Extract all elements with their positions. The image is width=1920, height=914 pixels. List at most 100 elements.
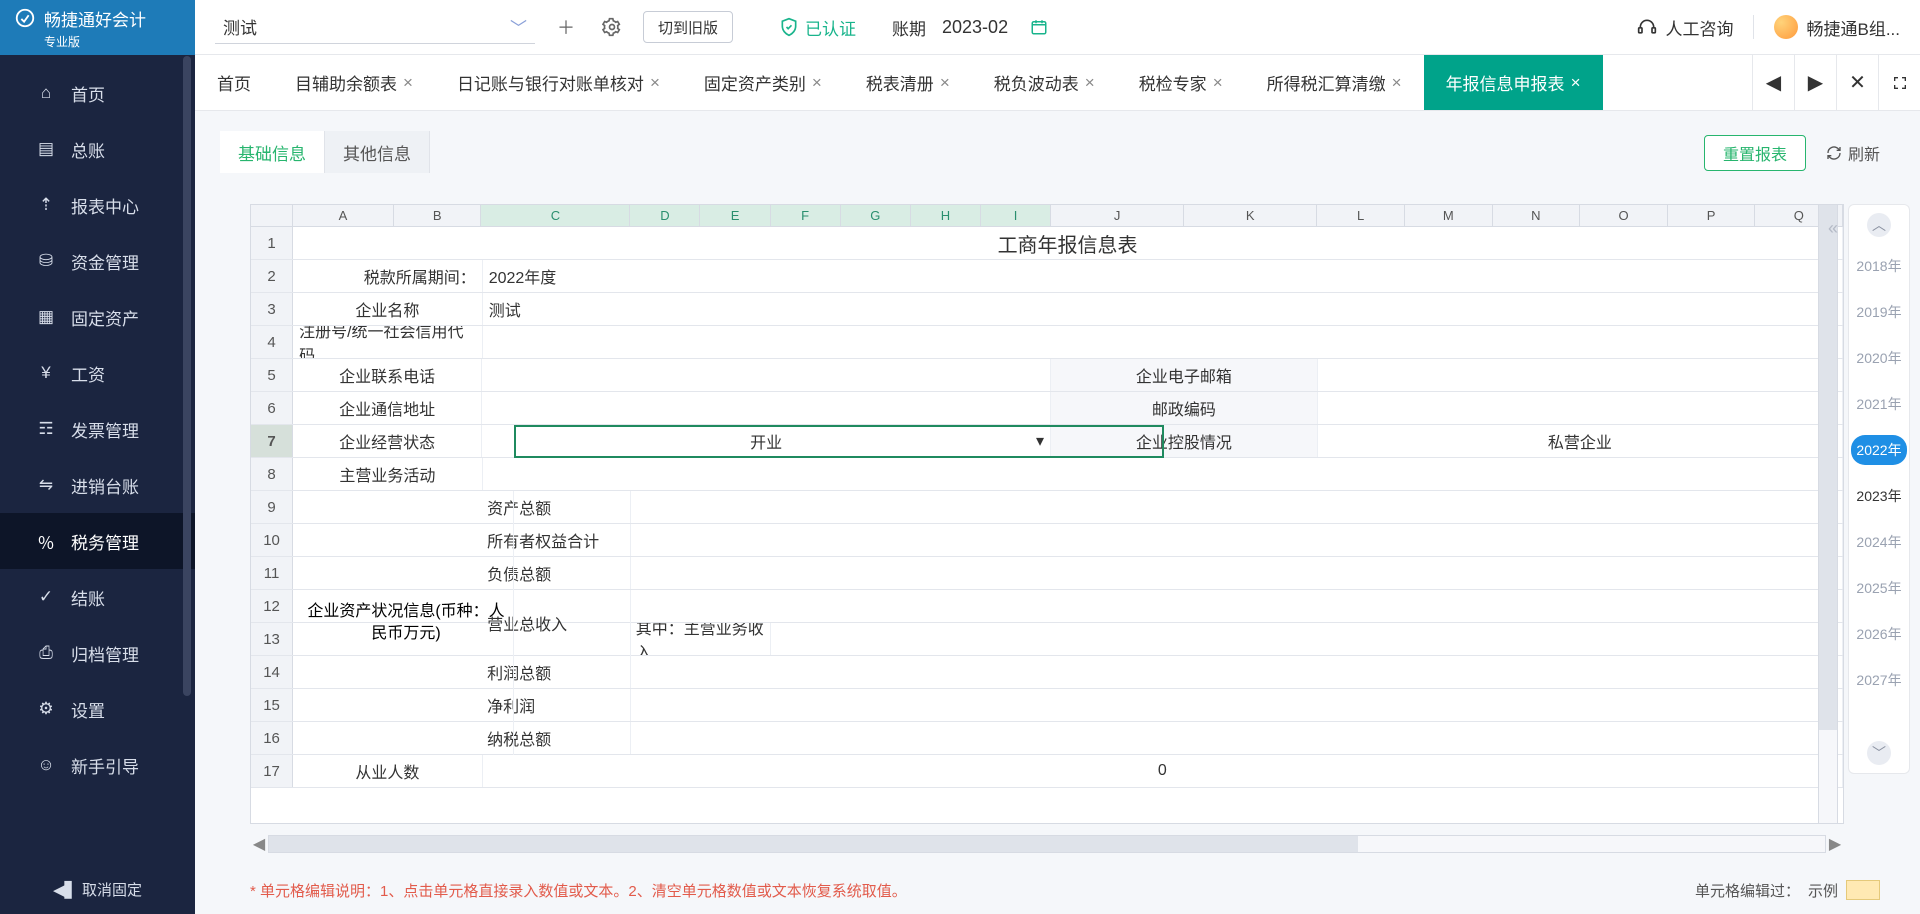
row-header-17[interactable]: 17 — [251, 755, 293, 787]
year-2021年[interactable]: 2021年 — [1851, 389, 1907, 419]
tabs-fullscreen[interactable] — [1878, 55, 1920, 110]
year-2026年[interactable]: 2026年 — [1851, 619, 1907, 649]
col-header-C[interactable]: C — [481, 205, 630, 226]
sidebar-unpin[interactable]: ◀▋ 取消固定 — [0, 879, 195, 900]
row-header-10[interactable]: 10 — [251, 524, 293, 556]
cell[interactable]: 注册号/统一社会信用代码 — [293, 326, 483, 358]
cell[interactable]: 主营业务活动 — [293, 458, 483, 490]
cell[interactable]: 税款所属期间： — [293, 260, 483, 292]
sidebar-item-7[interactable]: ⇋进销台账 — [0, 457, 195, 513]
row-header-3[interactable]: 3 — [251, 293, 293, 325]
cell[interactable] — [1318, 392, 1843, 424]
cell[interactable] — [771, 623, 1843, 655]
period-value[interactable]: 2023-02 — [942, 17, 1008, 38]
add-button[interactable]: ＋ — [551, 12, 581, 42]
row-header-15[interactable]: 15 — [251, 689, 293, 721]
cell[interactable] — [1318, 359, 1843, 391]
col-header-F[interactable]: F — [771, 205, 841, 226]
sidebar-item-3[interactable]: ⛁资金管理 — [0, 233, 195, 289]
tab-0[interactable]: 首页 — [195, 55, 273, 110]
cell[interactable]: 工商年报信息表 — [293, 227, 1843, 259]
sidebar-item-12[interactable]: ☺新手引导 — [0, 737, 195, 793]
row-header-7[interactable]: 7 — [251, 425, 293, 457]
dropdown-icon[interactable]: ▾ — [1036, 431, 1044, 451]
cell[interactable] — [631, 722, 1843, 754]
col-header-P[interactable]: P — [1668, 205, 1756, 226]
sidebar-item-2[interactable]: ⇡报表中心 — [0, 177, 195, 233]
tab-close-icon[interactable]: × — [1392, 73, 1402, 93]
sidebar-item-1[interactable]: ▤总账 — [0, 121, 195, 177]
col-header-O[interactable]: O — [1580, 205, 1668, 226]
col-header-H[interactable]: H — [911, 205, 981, 226]
row-header-8[interactable]: 8 — [251, 458, 293, 490]
cell[interactable]: 企业电子邮箱 — [1051, 359, 1318, 391]
cell[interactable]: 2022年度 — [483, 260, 1843, 292]
customer-service[interactable]: 人工咨询 — [1637, 15, 1733, 40]
year-2019年[interactable]: 2019年 — [1851, 297, 1907, 327]
row-header-5[interactable]: 5 — [251, 359, 293, 391]
col-header-I[interactable]: I — [981, 205, 1051, 226]
tab-close-icon[interactable]: × — [940, 73, 950, 93]
tabs-close-current[interactable]: ✕ — [1836, 55, 1878, 110]
cell[interactable]: 邮政编码 — [1051, 392, 1318, 424]
col-header-D[interactable]: D — [630, 205, 700, 226]
tab-2[interactable]: 日记账与银行对账单核对× — [435, 55, 682, 110]
col-header-A[interactable]: A — [293, 205, 394, 226]
row-header-2[interactable]: 2 — [251, 260, 293, 292]
year-2020年[interactable]: 2020年 — [1851, 343, 1907, 373]
col-header-N[interactable]: N — [1493, 205, 1581, 226]
cell[interactable]: 企业联系电话 — [293, 359, 482, 391]
sidebar-item-11[interactable]: ⚙设置 — [0, 681, 195, 737]
cell[interactable] — [631, 491, 1843, 523]
year-2018年[interactable]: 2018年 — [1851, 251, 1907, 281]
col-header-L[interactable]: L — [1317, 205, 1405, 226]
sidebar-item-9[interactable]: ✓结账 — [0, 569, 195, 625]
cell[interactable]: 0 — [483, 755, 1843, 787]
cell[interactable]: 企业经营状态 — [293, 425, 482, 457]
year-rail-down[interactable]: ﹀ — [1867, 741, 1891, 765]
org-selector[interactable]: 测试 ﹀ — [215, 10, 535, 44]
row-header-9[interactable]: 9 — [251, 491, 293, 523]
cell[interactable]: 企业名称 — [293, 293, 483, 325]
cell[interactable] — [631, 656, 1843, 688]
cell[interactable]: 其中：主营业务收入 — [630, 623, 772, 655]
sidebar-item-8[interactable]: ％税务管理 — [0, 513, 195, 569]
subtab-1[interactable]: 其他信息 — [325, 131, 430, 173]
cell[interactable] — [631, 689, 1843, 721]
row-header-14[interactable]: 14 — [251, 656, 293, 688]
refresh-button[interactable]: 刷新 — [1826, 141, 1880, 165]
switch-old-version-button[interactable]: 切到旧版 — [643, 11, 733, 43]
sidebar-item-0[interactable]: ⌂首页 — [0, 65, 195, 121]
tab-1[interactable]: 目辅助余额表× — [273, 55, 435, 110]
sheet-hscrollbar[interactable]: ◀ ▶ — [250, 834, 1844, 854]
col-header-M[interactable]: M — [1405, 205, 1493, 226]
reset-report-button[interactable]: 重置报表 — [1704, 135, 1806, 171]
spreadsheet[interactable]: ABCDEFGHIJKLMNOPQ 1工商年报信息表2税款所属期间：2022年度… — [250, 204, 1844, 824]
row-header-6[interactable]: 6 — [251, 392, 293, 424]
collapse-year-rail[interactable]: « — [1824, 214, 1842, 242]
cell[interactable]: 测试 — [483, 293, 1843, 325]
col-header-E[interactable]: E — [700, 205, 770, 226]
sheet-vscrollbar[interactable] — [1818, 204, 1838, 824]
subtab-0[interactable]: 基础信息 — [220, 131, 325, 173]
cell[interactable] — [482, 359, 1051, 391]
tabs-scroll-left[interactable]: ◀ — [1752, 55, 1794, 110]
cell[interactable]: 私营企业 — [1318, 425, 1843, 457]
tab-close-icon[interactable]: × — [650, 73, 660, 93]
year-2022年[interactable]: 2022年 — [1851, 435, 1907, 465]
cell[interactable] — [631, 524, 1843, 556]
row-header-4[interactable]: 4 — [251, 326, 293, 358]
tab-3[interactable]: 固定资产类别× — [682, 55, 844, 110]
tab-7[interactable]: 所得税汇算清缴× — [1245, 55, 1424, 110]
tab-close-icon[interactable]: × — [1571, 73, 1581, 93]
cell[interactable]: 企业通信地址 — [293, 392, 482, 424]
tab-close-icon[interactable]: × — [812, 73, 822, 93]
cell[interactable]: 从业人数 — [293, 755, 483, 787]
row-header-16[interactable]: 16 — [251, 722, 293, 754]
tab-6[interactable]: 税检专家× — [1117, 55, 1245, 110]
settings-gear-icon[interactable] — [597, 12, 627, 42]
sidebar-item-6[interactable]: ☶发票管理 — [0, 401, 195, 457]
tab-close-icon[interactable]: × — [1213, 73, 1223, 93]
year-2024年[interactable]: 2024年 — [1851, 527, 1907, 557]
col-header-G[interactable]: G — [841, 205, 911, 226]
